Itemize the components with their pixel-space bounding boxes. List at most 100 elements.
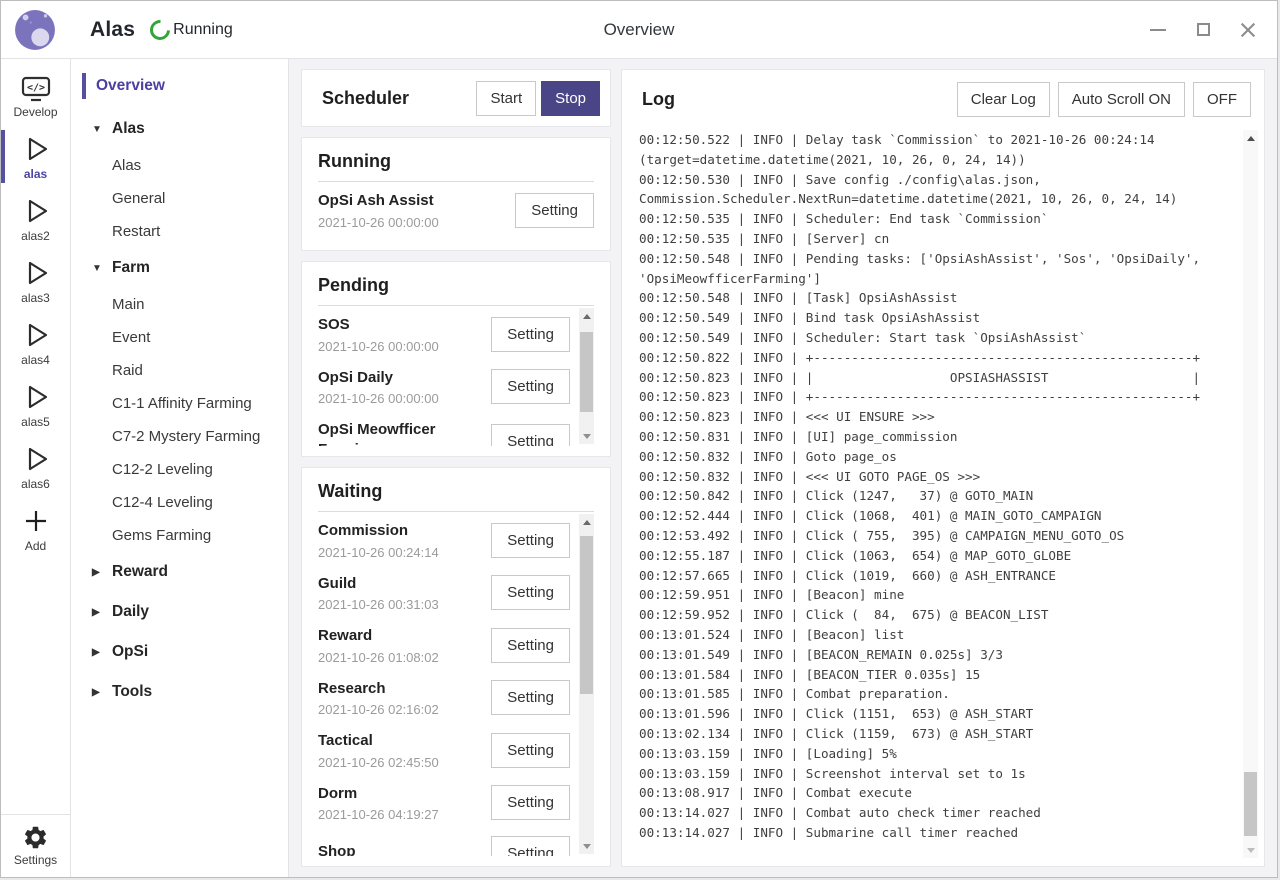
scroll-down-icon[interactable]: [579, 429, 594, 443]
close-button[interactable]: [1239, 21, 1257, 39]
log-lines: 00:12:50.522 | INFO | Delay task `Commis…: [639, 130, 1258, 843]
scheduler-buttons: Start Stop: [476, 81, 600, 116]
rail-item-alas[interactable]: alas: [1, 127, 70, 186]
task-setting-button[interactable]: Setting: [491, 575, 570, 610]
rail-item-develop[interactable]: </> Develop: [1, 69, 70, 124]
window-controls: [1149, 1, 1257, 58]
task-setting-button[interactable]: Setting: [491, 424, 570, 446]
running-panel: Running OpSi Ash Assist2021-10-26 00:00:…: [301, 137, 611, 251]
auto-scroll-off-button[interactable]: OFF: [1193, 82, 1251, 117]
task-name: Commission: [318, 521, 439, 541]
rail-item-alas3[interactable]: alas3: [1, 251, 70, 310]
menu-item-gems-farming[interactable]: Gems Farming: [71, 519, 288, 552]
log-scrollbar[interactable]: [1243, 130, 1258, 858]
gear-icon: [22, 824, 49, 851]
rail-item-alas5[interactable]: alas5: [1, 375, 70, 434]
minimize-button[interactable]: [1149, 21, 1167, 39]
maximize-button[interactable]: [1194, 21, 1212, 39]
start-button[interactable]: Start: [476, 81, 536, 116]
menu-item-c12-2-leveling[interactable]: C12-2 Leveling: [71, 453, 288, 486]
rail-item-settings[interactable]: Settings: [1, 814, 70, 877]
rail-item-label: Settings: [14, 853, 57, 867]
rail-item-label: alas2: [21, 229, 50, 243]
task-row-guild: Guild2021-10-26 00:31:03Setting: [318, 565, 570, 618]
plus-icon: [21, 506, 51, 536]
play-icon: [21, 382, 51, 412]
task-setting-button[interactable]: Setting: [491, 836, 570, 856]
task-setting-button[interactable]: Setting: [491, 628, 570, 663]
menu-group-opsi[interactable]: ▶OpSi: [71, 632, 288, 672]
scroll-up-icon[interactable]: [579, 515, 594, 529]
auto-scroll-on-button[interactable]: Auto Scroll ON: [1058, 82, 1185, 117]
waiting-task-list: Commission2021-10-26 00:24:14SettingGuil…: [318, 512, 594, 856]
waiting-scrollbar[interactable]: [579, 514, 594, 854]
scroll-up-icon[interactable]: [1243, 131, 1258, 145]
task-setting-button[interactable]: Setting: [491, 785, 570, 820]
menu-item-c7-2-mystery-farming[interactable]: C7-2 Mystery Farming: [71, 420, 288, 453]
close-icon: [1240, 22, 1256, 38]
task-next-run-time: 2021-10-26 01:08:02: [318, 650, 439, 665]
menu-group-label: Reward: [112, 563, 168, 581]
scroll-down-icon[interactable]: [1243, 843, 1258, 857]
scroll-down-icon[interactable]: [579, 839, 594, 853]
menu-item-alas[interactable]: Alas: [71, 149, 288, 182]
task-info: OpSi Meowfficer Farming: [318, 420, 468, 446]
task-setting-button[interactable]: Setting: [491, 317, 570, 352]
menu-group-daily[interactable]: ▶Daily: [71, 592, 288, 632]
menu-group-reward[interactable]: ▶Reward: [71, 552, 288, 592]
menu-group-farm[interactable]: ▼ Farm: [71, 248, 288, 288]
menu-item-raid[interactable]: Raid: [71, 354, 288, 387]
task-info: Reward2021-10-26 01:08:02: [318, 626, 439, 665]
menu-item-c12-4-leveling[interactable]: C12-4 Leveling: [71, 486, 288, 519]
task-info: SOS2021-10-26 00:00:00: [318, 315, 439, 354]
menu-item-general[interactable]: General: [71, 182, 288, 215]
scrollbar-thumb[interactable]: [580, 536, 593, 694]
rail-spacer: [1, 561, 70, 814]
task-setting-button[interactable]: Setting: [491, 369, 570, 404]
log-header: Log Clear Log Auto Scroll ON OFF: [622, 70, 1264, 128]
task-info: OpSi Ash Assist2021-10-26 00:00:00: [318, 191, 439, 230]
clear-log-button[interactable]: Clear Log: [957, 82, 1050, 117]
chevron-expanded-icon: ▼: [92, 263, 103, 274]
task-row-dorm: Dorm2021-10-26 04:19:27Setting: [318, 775, 570, 828]
task-setting-button[interactable]: Setting: [515, 193, 594, 228]
menu-group-alas[interactable]: ▼Alas: [71, 109, 288, 149]
menu-item-event[interactable]: Event: [71, 321, 288, 354]
menu-group-label: Alas: [112, 120, 145, 138]
task-setting-button[interactable]: Setting: [491, 733, 570, 768]
menu-group-label: Tools: [112, 683, 152, 701]
running-spinner-icon: [146, 15, 174, 43]
pending-task-list: SOS2021-10-26 00:00:00SettingOpSi Daily2…: [318, 306, 594, 446]
scrollbar-thumb[interactable]: [1244, 772, 1257, 836]
rail-item-add[interactable]: Add: [1, 499, 70, 558]
rail-item-alas4[interactable]: alas4: [1, 313, 70, 372]
menu-item-main[interactable]: Main: [71, 288, 288, 321]
menu-item-c1-1-affinity-farming[interactable]: C1-1 Affinity Farming: [71, 387, 288, 420]
menu-item-overview[interactable]: Overview: [71, 72, 288, 100]
task-next-run-time: 2021-10-26 02:16:02: [318, 702, 439, 717]
profile-rail: </> Develop alas alas2: [1, 59, 71, 877]
task-next-run-time: 2021-10-26 00:31:03: [318, 597, 439, 612]
task-setting-button[interactable]: Setting: [491, 680, 570, 715]
running-title: Running: [318, 151, 594, 182]
stop-button[interactable]: Stop: [541, 81, 600, 116]
scheduler-panel: Scheduler Start Stop: [301, 69, 611, 127]
play-icon: [21, 134, 51, 164]
scroll-up-icon[interactable]: [579, 309, 594, 323]
rail-item-label: Develop: [13, 105, 57, 119]
svg-text:</>: </>: [26, 83, 44, 94]
task-row-tactical: Tactical2021-10-26 02:45:50Setting: [318, 722, 570, 775]
task-next-run-time: 2021-10-26 00:24:14: [318, 545, 439, 560]
play-icon: [21, 196, 51, 226]
menu-group-label: Farm: [112, 259, 150, 277]
task-name: Tactical: [318, 731, 439, 751]
pending-scrollbar[interactable]: [579, 308, 594, 444]
rail-item-alas6[interactable]: alas6: [1, 437, 70, 496]
menu-item-restart[interactable]: Restart: [71, 215, 288, 248]
rail-item-alas2[interactable]: alas2: [1, 189, 70, 248]
task-next-run-time: 2021-10-26 04:19:27: [318, 807, 439, 822]
task-setting-button[interactable]: Setting: [491, 523, 570, 558]
menu-group-tools[interactable]: ▶Tools: [71, 672, 288, 712]
task-row-sos: SOS2021-10-26 00:00:00 Setting: [318, 306, 570, 359]
scrollbar-thumb[interactable]: [580, 332, 593, 412]
